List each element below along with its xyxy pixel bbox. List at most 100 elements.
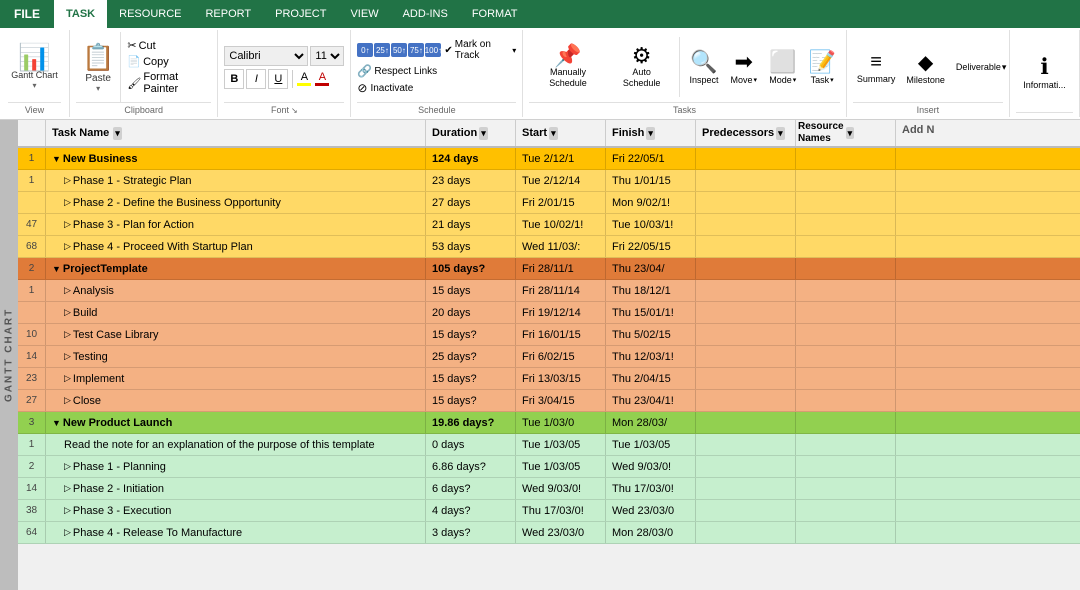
information-button[interactable]: ℹ Informati...: [1019, 51, 1070, 93]
table-row[interactable]: 1 ▷Phase 1 - Strategic Plan 23 days Tue …: [18, 170, 1080, 192]
table-row[interactable]: 1 ▼New Business 124 days Tue 2/12/1 Fri …: [18, 148, 1080, 170]
table-row[interactable]: 14 ▷Testing 25 days? Fri 6/02/15 Thu 12/…: [18, 346, 1080, 368]
table-row[interactable]: 64 ▷Phase 4 - Release To Manufacture 3 d…: [18, 522, 1080, 544]
row-task-name: ▷Phase 3 - Execution: [46, 500, 426, 521]
row-start: Wed 11/03/:: [516, 236, 606, 257]
row-id: 2: [18, 258, 46, 279]
row-id: 1: [18, 148, 46, 169]
row-resource: [796, 346, 896, 367]
font-size-select[interactable]: 11: [310, 46, 344, 66]
tab-task[interactable]: TASK: [54, 0, 107, 28]
table-row[interactable]: ▷Phase 2 - Define the Business Opportuni…: [18, 192, 1080, 214]
tab-format[interactable]: FORMAT: [460, 0, 530, 28]
row-pred: [696, 170, 796, 191]
cut-button[interactable]: ✂ Cut: [125, 38, 211, 53]
col-header-taskname: Task Name ▾: [46, 120, 426, 146]
table-row[interactable]: 14 ▷Phase 2 - Initiation 6 days? Wed 9/0…: [18, 478, 1080, 500]
start-filter-icon[interactable]: ▾: [549, 127, 558, 140]
row-start: Fri 28/11/1: [516, 258, 606, 279]
copy-button[interactable]: 📄 Copy: [125, 54, 211, 69]
row-finish: Tue 10/03/1!: [606, 214, 696, 235]
row-duration: 15 days?: [426, 324, 516, 345]
manually-schedule-button[interactable]: 📌 Manually Schedule: [529, 42, 606, 92]
row-extra: [896, 368, 946, 389]
row-resource: [796, 258, 896, 279]
finish-filter-icon[interactable]: ▾: [646, 127, 655, 140]
tab-addins[interactable]: ADD-INS: [391, 0, 460, 28]
row-resource: [796, 324, 896, 345]
mode-button[interactable]: ⬜ Mode▾: [765, 46, 800, 88]
table-row[interactable]: 27 ▷Close 15 days? Fri 3/04/15 Thu 23/04…: [18, 390, 1080, 412]
row-duration: 23 days: [426, 170, 516, 191]
milestone-button[interactable]: ◆ Milestone: [902, 47, 949, 88]
highlight-color-button[interactable]: A: [297, 71, 311, 86]
row-resource: [796, 434, 896, 455]
table-row[interactable]: ▷Build 20 days Fri 19/12/14 Thu 15/01/1!: [18, 302, 1080, 324]
row-task-name: ▷Test Case Library: [46, 324, 426, 345]
row-duration: 105 days?: [426, 258, 516, 279]
inspect-button[interactable]: 🔍 Inspect: [685, 46, 722, 88]
bold-button[interactable]: B: [224, 69, 244, 89]
deliverable-button[interactable]: Deliverable▾: [952, 59, 1011, 76]
sched-icon-0[interactable]: 0↑: [357, 43, 373, 57]
font-family-select[interactable]: Calibri: [224, 46, 308, 66]
table-row[interactable]: 38 ▷Phase 3 - Execution 4 days? Thu 17/0…: [18, 500, 1080, 522]
duration-filter-icon[interactable]: ▾: [479, 127, 488, 140]
table-row[interactable]: 1 ▷Analysis 15 days Fri 28/11/14 Thu 18/…: [18, 280, 1080, 302]
pred-filter-icon[interactable]: ▾: [776, 127, 785, 140]
underline-button[interactable]: U: [268, 69, 288, 89]
col-header-pred: Predecessors ▾: [696, 120, 796, 146]
italic-button[interactable]: I: [246, 69, 266, 89]
table-row[interactable]: 2 ▼ProjectTemplate 105 days? Fri 28/11/1…: [18, 258, 1080, 280]
inactivate-label: Inactivate: [370, 83, 413, 94]
insert-group-label: Insert: [853, 102, 1003, 115]
row-finish: Mon 28/03/0: [606, 522, 696, 543]
paste-button[interactable]: 📋 Paste ▾: [76, 32, 121, 102]
row-pred: [696, 192, 796, 213]
summary-button[interactable]: ≡ Summary: [853, 48, 900, 87]
move-button[interactable]: ➡ Move▾: [727, 46, 762, 88]
row-task-name: ▷Close: [46, 390, 426, 411]
row-id: 14: [18, 346, 46, 367]
resource-filter-icon[interactable]: ▾: [846, 127, 855, 140]
table-row[interactable]: 47 ▷Phase 3 - Plan for Action 21 days Tu…: [18, 214, 1080, 236]
row-resource: [796, 192, 896, 213]
sched-icon-100[interactable]: 100↑: [425, 43, 441, 57]
table-row[interactable]: 1 Read the note for an explanation of th…: [18, 434, 1080, 456]
mark-on-track-button[interactable]: ✔ Mark on Track ▾: [444, 39, 516, 61]
gantt-chart-label: Gantt Chart: [11, 70, 58, 81]
col-header-start: Start ▾: [516, 120, 606, 146]
row-resource: [796, 390, 896, 411]
row-pred: [696, 346, 796, 367]
tab-report[interactable]: REPORT: [193, 0, 263, 28]
row-task-name: ▷Phase 1 - Planning: [46, 456, 426, 477]
row-id: 47: [18, 214, 46, 235]
row-task-name: Read the note for an explanation of the …: [46, 434, 426, 455]
row-pred: [696, 478, 796, 499]
sched-icon-50[interactable]: 50↑: [391, 43, 407, 57]
row-pred: [696, 236, 796, 257]
format-painter-button[interactable]: 🖌 Format Painter: [125, 70, 211, 96]
tab-view[interactable]: VIEW: [338, 0, 390, 28]
tab-resource[interactable]: RESOURCE: [107, 0, 193, 28]
table-row[interactable]: 10 ▷Test Case Library 15 days? Fri 16/01…: [18, 324, 1080, 346]
font-color-button[interactable]: A: [315, 71, 329, 86]
row-id: [18, 302, 46, 323]
sched-icon-25[interactable]: 25↑: [374, 43, 390, 57]
row-duration: 0 days: [426, 434, 516, 455]
tab-project[interactable]: PROJECT: [263, 0, 338, 28]
file-tab[interactable]: FILE: [0, 0, 54, 28]
table-row[interactable]: 2 ▷Phase 1 - Planning 6.86 days? Tue 1/0…: [18, 456, 1080, 478]
task-button[interactable]: 📝 Task▾: [804, 46, 839, 88]
row-task-name: ▷Phase 2 - Define the Business Opportuni…: [46, 192, 426, 213]
table-row[interactable]: 23 ▷Implement 15 days? Fri 13/03/15 Thu …: [18, 368, 1080, 390]
view-group-label: View: [8, 102, 61, 115]
auto-schedule-button[interactable]: ⚙ Auto Schedule: [611, 42, 673, 92]
sched-icon-75[interactable]: 75↑: [408, 43, 424, 57]
row-pred: [696, 148, 796, 169]
gantt-chart-button[interactable]: 📊 Gantt Chart ▾: [9, 42, 60, 92]
row-id: 1: [18, 170, 46, 191]
table-row[interactable]: 68 ▷Phase 4 - Proceed With Startup Plan …: [18, 236, 1080, 258]
table-row[interactable]: 3 ▼New Product Launch 19.86 days? Tue 1/…: [18, 412, 1080, 434]
task-name-filter-icon[interactable]: ▾: [113, 127, 122, 140]
